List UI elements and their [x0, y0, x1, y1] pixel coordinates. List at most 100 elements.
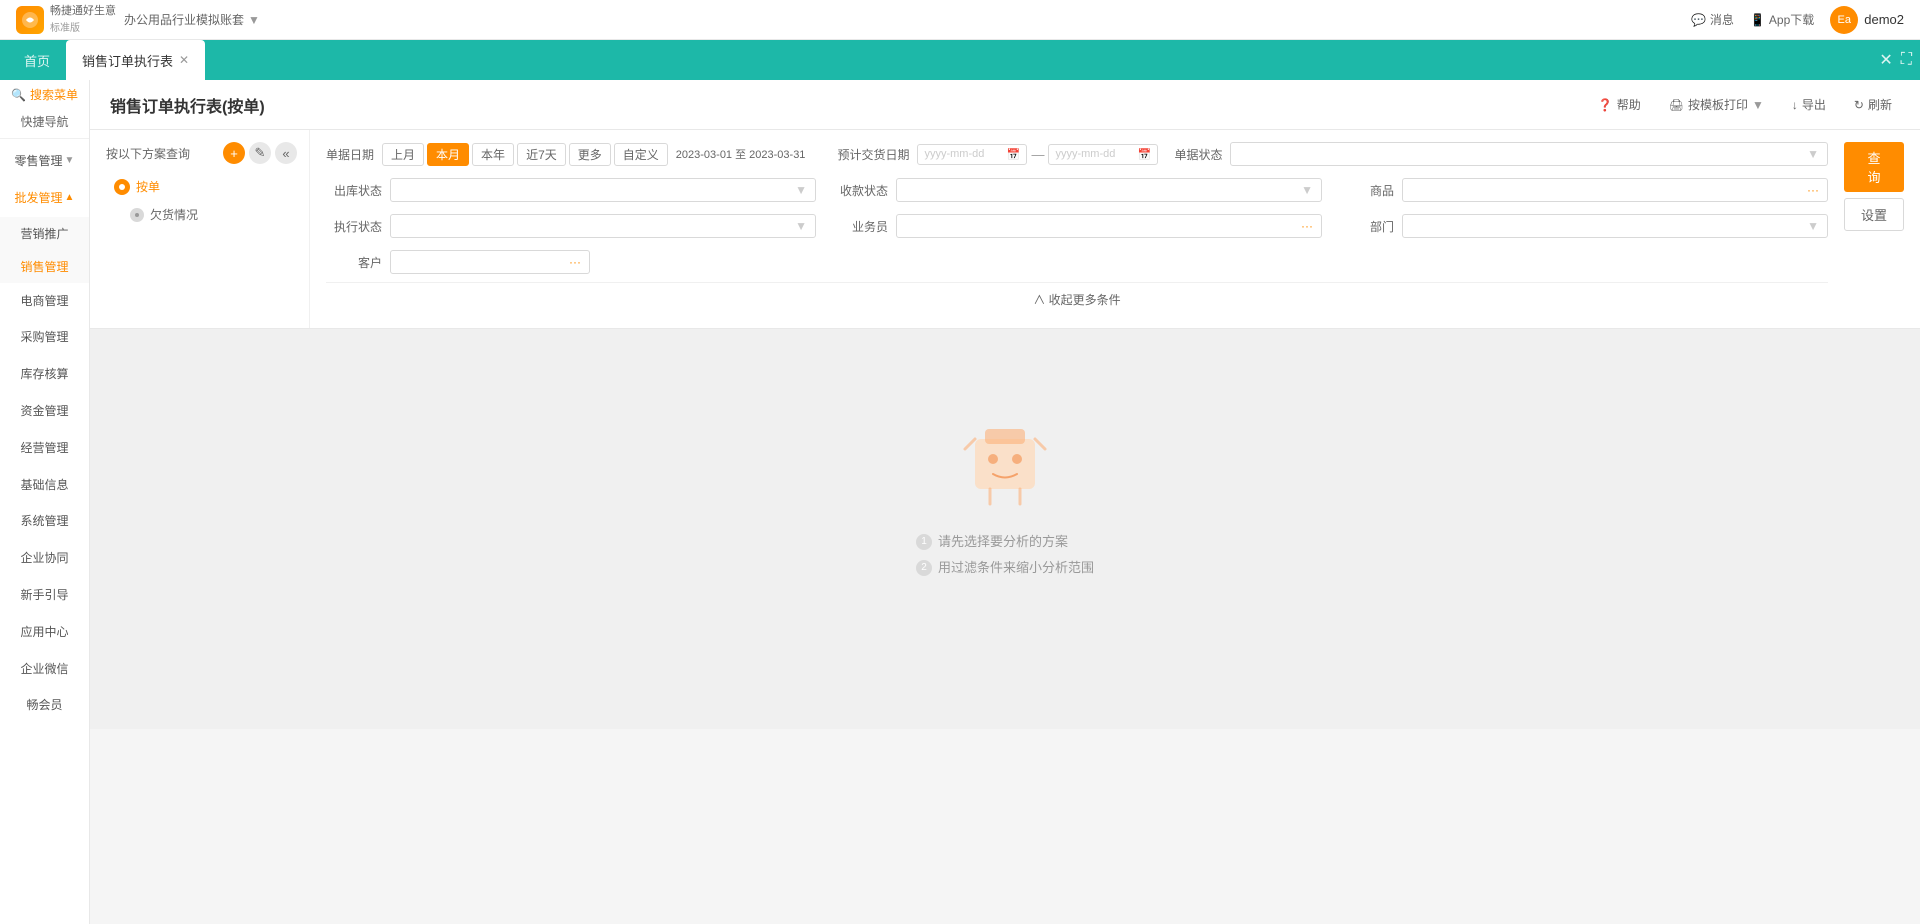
date-btn-last-month[interactable]: 上月 — [382, 143, 424, 166]
sidebar-sub-wholesale: 营销推广 销售管理 — [0, 217, 89, 283]
sidebar-item-wholesale[interactable]: 批发管理 ▲ — [0, 180, 89, 217]
settings-button[interactable]: 设置 — [1844, 198, 1904, 231]
customer-label: 客户 — [326, 254, 382, 271]
date-btn-this-year[interactable]: 本年 — [472, 143, 514, 166]
scheme-add-button[interactable]: + — [223, 142, 245, 164]
sidebar-item-sales[interactable]: 销售管理 — [0, 250, 89, 283]
filter-cell-exec: 执行状态 ▼ — [326, 214, 816, 238]
export-button[interactable]: ↓ 导出 — [1784, 92, 1834, 117]
tip-2-text: 用过滤条件来缩小分析范围 — [938, 555, 1094, 581]
department-label: 部门 — [1338, 218, 1394, 235]
filter-main-area: 按以下方案查询 + ✎ « 按单 — [90, 130, 1920, 329]
tab-bar-actions: ✕ ⛶ — [1879, 50, 1920, 70]
tab-sales-exec[interactable]: 销售订单执行表 ✕ — [66, 40, 205, 80]
app-download-button[interactable]: 📱 App下载 — [1750, 11, 1814, 28]
avatar: Ea — [1830, 6, 1858, 34]
filter-cell-warehouse: 出库状态 ▼ — [326, 178, 816, 202]
sidebar-item-member[interactable]: 畅会员 — [0, 687, 89, 724]
print-icon: 🖨 — [1669, 98, 1684, 112]
sidebar-item-wechat[interactable]: 企业微信 — [0, 651, 89, 688]
sidebar-item-newbie[interactable]: 新手引导 — [0, 577, 89, 614]
scheme-collapse-button[interactable]: « — [275, 142, 297, 164]
filter-row-1: 单据日期 上月 本月 本年 近7天 更多 自定义 2023-03-01 至 20… — [326, 142, 1828, 166]
tab-close-all-button[interactable]: ✕ — [1879, 50, 1892, 70]
message-button[interactable]: 💬 消息 — [1691, 11, 1734, 28]
user-area[interactable]: Ea demo2 — [1830, 6, 1904, 34]
collapse-label: 收起更多条件 — [1049, 293, 1121, 307]
print-arrow-icon: ▼ — [1752, 98, 1764, 112]
logo-name: 畅捷通好生意 — [50, 5, 116, 18]
goods-input[interactable]: ··· — [1402, 178, 1828, 202]
sidebar-item-ecommerce[interactable]: 电商管理 — [0, 283, 89, 320]
page-title: 销售订单执行表(按单) — [110, 93, 265, 117]
sidebar-item-newbie-label: 新手引导 — [20, 588, 68, 602]
sidebar-search-button[interactable]: 🔍 搜索菜单 — [0, 80, 89, 109]
scheme-item-icon — [114, 179, 130, 195]
date-btn-custom[interactable]: 自定义 — [614, 143, 668, 166]
sidebar-item-system[interactable]: 系统管理 — [0, 503, 89, 540]
sidebar-item-apps[interactable]: 应用中心 — [0, 614, 89, 651]
date-btn-this-month[interactable]: 本月 — [427, 143, 469, 166]
date-range-text: 2023-03-01 至 2023-03-31 — [676, 146, 806, 162]
content-area: 销售订单执行表(按单) ❓ 帮助 🖨 按模板打印 ▼ ↓ 导出 ↻ 刷新 — [90, 80, 1920, 924]
sidebar-item-procurement[interactable]: 采购管理 — [0, 319, 89, 356]
tab-fullscreen-button[interactable]: ⛶ — [1901, 51, 1912, 69]
payment-status-select[interactable]: ▼ — [896, 178, 1322, 202]
expected-date-from[interactable]: yyyy-mm-dd 📅 — [917, 144, 1027, 165]
filter-cell-date: 单据日期 上月 本月 本年 近7天 更多 自定义 2023-03-01 至 20… — [326, 143, 805, 166]
salesperson-input[interactable]: ··· — [896, 214, 1322, 238]
export-icon: ↓ — [1792, 98, 1798, 112]
customer-input[interactable]: ··· — [390, 250, 590, 274]
sidebar-item-enterprise[interactable]: 企业协同 — [0, 540, 89, 577]
exec-arrow-icon: ▼ — [795, 219, 807, 233]
main-layout: 🔍 搜索菜单 快捷导航 零售管理 ▼ 批发管理 ▲ 营销推广 销售管理 电商管理… — [0, 80, 1920, 924]
print-button[interactable]: 🖨 按模板打印 ▼ — [1661, 92, 1772, 117]
scheme-item-按单[interactable]: 按单 — [106, 172, 297, 201]
sidebar-item-finance[interactable]: 资金管理 — [0, 393, 89, 430]
sidebar-quick-nav[interactable]: 快捷导航 — [0, 109, 89, 139]
app-download-label: App下载 — [1769, 11, 1814, 28]
filter-row-3: 执行状态 ▼ 业务员 ··· — [326, 214, 1828, 238]
refresh-button[interactable]: ↻ 刷新 — [1846, 92, 1900, 117]
tip-1-text: 请先选择要分析的方案 — [938, 529, 1068, 555]
breadcrumb-arrow-icon[interactable]: ▼ — [248, 13, 260, 27]
breadcrumb: 办公用品行业模拟账套 ▼ — [124, 11, 260, 28]
warehouse-status-label: 出库状态 — [326, 182, 382, 199]
scheme-edit-button[interactable]: ✎ — [249, 142, 271, 164]
sidebar-item-marketing-label: 营销推广 — [20, 227, 68, 241]
sidebar-item-marketing[interactable]: 营销推广 — [0, 217, 89, 250]
sidebar-item-basic[interactable]: 基础信息 — [0, 467, 89, 504]
sidebar-item-inventory[interactable]: 库存核算 — [0, 356, 89, 393]
empty-tip-2: 2 用过滤条件来缩小分析范围 — [916, 555, 1094, 581]
date-range-display: 2023-03-01 至 2023-03-31 — [676, 146, 806, 162]
tab-close-icon[interactable]: ✕ — [179, 53, 189, 67]
filter-form: 单据日期 上月 本月 本年 近7天 更多 自定义 2023-03-01 至 20… — [310, 130, 1844, 328]
salesperson-dots-icon: ··· — [1301, 219, 1313, 233]
app-download-icon: 📱 — [1750, 13, 1765, 27]
filter-right-area: 单据日期 上月 本月 本年 近7天 更多 自定义 2023-03-01 至 20… — [310, 130, 1920, 328]
help-button[interactable]: ❓ 帮助 — [1590, 92, 1649, 117]
warehouse-arrow-icon: ▼ — [795, 183, 807, 197]
sidebar-item-operations[interactable]: 经营管理 — [0, 430, 89, 467]
collapse-bar[interactable]: ∧ 收起更多条件 — [326, 282, 1828, 316]
tab-bar: 首页 销售订单执行表 ✕ ✕ ⛶ — [0, 40, 1920, 80]
user-name[interactable]: demo2 — [1864, 12, 1904, 27]
date-btn-last7[interactable]: 近7天 — [517, 143, 566, 166]
export-label: 导出 — [1802, 96, 1826, 113]
doc-status-label: 单据状态 — [1174, 146, 1222, 163]
warehouse-status-select[interactable]: ▼ — [390, 178, 816, 202]
doc-status-select[interactable]: ▼ — [1230, 142, 1828, 166]
page-actions: ❓ 帮助 🖨 按模板打印 ▼ ↓ 导出 ↻ 刷新 — [1590, 92, 1900, 117]
query-button[interactable]: 查询 — [1844, 142, 1904, 192]
top-header: 畅捷通好生意 标准版 办公用品行业模拟账套 ▼ 💬 消息 📱 App下载 Ea … — [0, 0, 1920, 40]
sidebar-item-wholesale-label: 批发管理 — [15, 190, 63, 207]
tab-home[interactable]: 首页 — [8, 40, 66, 80]
expected-date-to[interactable]: yyyy-mm-dd 📅 — [1048, 144, 1158, 165]
exec-status-select[interactable]: ▼ — [390, 214, 816, 238]
scheme-panel-title: 按以下方案查询 — [106, 145, 190, 162]
date-btn-more[interactable]: 更多 — [569, 143, 611, 166]
scheme-item-欠货情况[interactable]: 欠货情况 — [106, 201, 297, 228]
search-icon: 🔍 — [11, 88, 26, 102]
department-select[interactable]: ▼ — [1402, 214, 1828, 238]
sidebar-item-retail[interactable]: 零售管理 ▼ — [0, 143, 89, 180]
